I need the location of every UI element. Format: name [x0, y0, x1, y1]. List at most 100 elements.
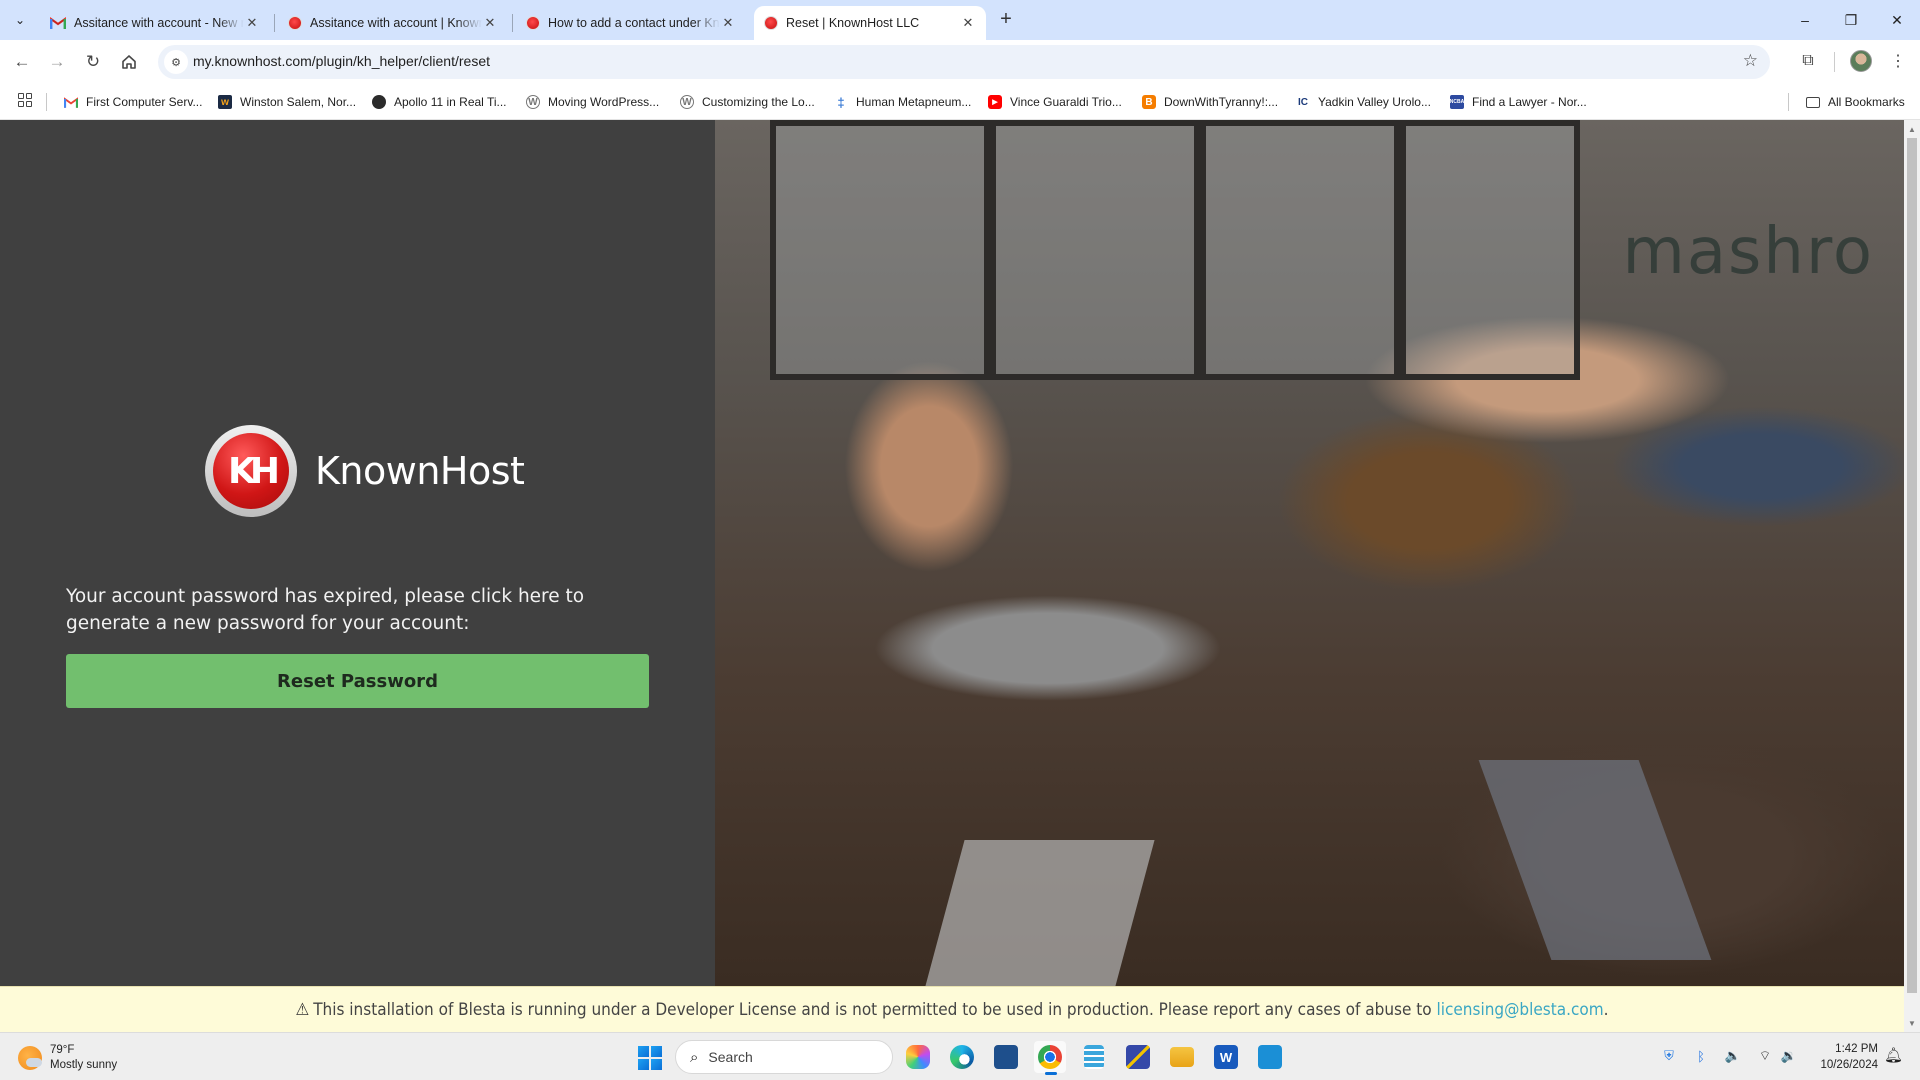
bookmark-find-a-lawyer[interactable]: NCBA Find a Lawyer - Nor... — [1450, 92, 1587, 112]
license-notice: ⚠ This installation of Blesta is running… — [0, 986, 1904, 1032]
scrollbar-thumb[interactable] — [1907, 138, 1917, 993]
close-tab-icon[interactable]: ✕ — [244, 15, 260, 31]
tab-gmail-assistance[interactable]: Assitance with account - New re ✕ — [40, 6, 270, 40]
taskbar-search[interactable]: ⌕ Search — [675, 1040, 893, 1074]
copilot-icon — [906, 1045, 930, 1069]
chrome-app[interactable] — [1034, 1041, 1066, 1075]
blogger-icon: B — [1142, 95, 1156, 109]
laptop-shape — [1478, 760, 1712, 960]
extensions-button[interactable]: ⧉ — [1796, 49, 1820, 73]
bookmark-separator — [46, 93, 47, 111]
printer-icon — [1258, 1045, 1282, 1069]
login-panel: KH KnownHost Your account password has e… — [0, 120, 715, 986]
chevron-down-icon: ⌄ — [14, 13, 26, 27]
tab-separator — [274, 14, 275, 32]
close-tab-icon[interactable]: ✕ — [482, 15, 498, 31]
url-text[interactable]: my.knownhost.com/plugin/kh_helper/client… — [193, 53, 490, 69]
knownhost-logo[interactable]: KH KnownHost — [205, 425, 525, 517]
home-icon — [122, 55, 136, 69]
bookmark-first-computer[interactable]: First Computer Serv... — [64, 92, 202, 112]
scroll-down-icon[interactable]: ▼ — [1904, 1016, 1920, 1030]
folder-icon — [1806, 96, 1820, 108]
close-window-button[interactable]: ✕ — [1874, 0, 1920, 40]
bookmark-label: Apollo 11 in Real Ti... — [394, 95, 507, 109]
all-bookmarks-button[interactable]: All Bookmarks — [1806, 92, 1905, 112]
warning-icon: ⚠ — [295, 999, 310, 1020]
bookmark-customizing[interactable]: W Customizing the Lo... — [680, 92, 815, 112]
bookmark-human-metapneumovirus[interactable]: ‡ Human Metapneum... — [834, 92, 971, 112]
start-button[interactable] — [638, 1046, 662, 1070]
restore-button[interactable]: ❐ — [1828, 0, 1874, 40]
defender-shield-icon[interactable]: ⛨ — [1660, 1047, 1678, 1065]
bookmark-star-icon[interactable]: ☆ — [1743, 51, 1758, 71]
wu-weather-icon: w — [218, 95, 232, 109]
arrow-left-icon: ← — [13, 52, 31, 71]
wordpress-icon: W — [680, 95, 694, 109]
notepad-app[interactable] — [1078, 1041, 1110, 1073]
profile-button[interactable] — [1849, 49, 1873, 73]
window-pane — [990, 120, 1200, 380]
restore-icon: ❐ — [1844, 11, 1858, 28]
notification-bell-icon[interactable]: 🔔︎ — [1884, 1046, 1903, 1064]
remote-desktop-app[interactable] — [1122, 1041, 1154, 1073]
speaker-muted-icon[interactable]: 🔈 — [1724, 1047, 1742, 1065]
apollo-icon — [372, 95, 386, 109]
tab-knownhost-assistance[interactable]: Assitance with account | Known ✕ — [278, 6, 508, 40]
address-bar[interactable]: ⚙ my.knownhost.com/plugin/kh_helper/clie… — [158, 45, 1770, 79]
close-tab-icon[interactable]: ✕ — [720, 15, 736, 31]
file-explorer-app[interactable] — [1166, 1041, 1198, 1073]
bookmark-vince-guaraldi[interactable]: ▶ Vince Guaraldi Trio... — [988, 92, 1122, 112]
tab-add-contact[interactable]: How to add a contact under Kn ✕ — [516, 6, 746, 40]
close-icon: ✕ — [1891, 11, 1903, 28]
knownhost-badge-icon: KH — [205, 425, 297, 517]
licensing-email-link[interactable]: licensing@blesta.com — [1436, 1000, 1603, 1020]
new-tab-button[interactable]: + — [995, 8, 1017, 30]
more-vert-icon: ⋮ — [1890, 53, 1906, 70]
arrow-right-icon: → — [48, 52, 66, 71]
bookmark-apollo-11[interactable]: Apollo 11 in Real Ti... — [372, 92, 507, 112]
tab-search-button[interactable]: ⌄ — [8, 8, 32, 32]
weather-widget[interactable]: 79°F Mostly sunny — [18, 1043, 117, 1073]
reload-button[interactable]: ↻ — [81, 50, 105, 74]
tune-icon: ⚙ — [171, 56, 181, 69]
menu-button[interactable]: ⋮ — [1886, 49, 1910, 73]
bookmark-yadkin-valley[interactable]: IC Yadkin Valley Urolo... — [1296, 92, 1431, 112]
bluetooth-icon[interactable]: ᛒ — [1692, 1047, 1710, 1065]
bookmark-downwithtyranny[interactable]: B DownWithTyranny!:... — [1142, 92, 1278, 112]
plus-icon: + — [1000, 7, 1012, 30]
reset-password-button[interactable]: Reset Password — [66, 654, 649, 708]
minimize-button[interactable]: – — [1782, 0, 1828, 40]
weather-temp: 79°F — [50, 1044, 75, 1056]
puzzle-icon: ⧉ — [1802, 52, 1814, 69]
apps-grid-icon[interactable] — [18, 93, 32, 107]
site-info-button[interactable]: ⚙ — [164, 50, 188, 74]
search-placeholder: Search — [708, 1049, 753, 1065]
tab-title: Assitance with account - New re — [74, 16, 244, 30]
store-app[interactable] — [990, 1041, 1022, 1073]
word-app[interactable]: W — [1210, 1041, 1242, 1073]
forward-button[interactable]: → — [45, 50, 69, 74]
page-scrollbar[interactable]: ▲ ▼ — [1904, 120, 1920, 1032]
wifi-icon[interactable]: ⌔ — [1756, 1047, 1774, 1065]
volume-icon[interactable]: 🔉 — [1780, 1047, 1798, 1065]
toolbar-divider — [1834, 52, 1835, 72]
youtube-icon: ▶ — [988, 95, 1002, 109]
home-button[interactable] — [117, 50, 141, 74]
bookmark-winston-salem[interactable]: w Winston Salem, Nor... — [218, 92, 356, 112]
window-pane — [1200, 120, 1400, 380]
license-suffix: . — [1603, 999, 1609, 1020]
close-tab-icon[interactable]: ✕ — [960, 15, 976, 31]
laptop-shape — [925, 840, 1155, 986]
bookmark-label: First Computer Serv... — [86, 95, 203, 109]
back-button[interactable]: ← — [10, 50, 34, 74]
edge-app[interactable] — [946, 1041, 978, 1073]
system-clock[interactable]: 1:42 PM 10/26/2024 — [1812, 1041, 1878, 1073]
bookmark-moving-wordpress[interactable]: W Moving WordPress... — [526, 92, 659, 112]
scroll-up-icon[interactable]: ▲ — [1904, 122, 1920, 136]
tab-reset-active[interactable]: Reset | KnownHost LLC ✕ — [754, 6, 986, 40]
print-app[interactable] — [1254, 1041, 1286, 1073]
weather-condition: Mostly sunny — [50, 1059, 118, 1071]
all-bookmarks-label: All Bookmarks — [1828, 95, 1905, 109]
page-content: KH KnownHost Your account password has e… — [0, 120, 1904, 1032]
copilot-app[interactable] — [902, 1041, 934, 1073]
